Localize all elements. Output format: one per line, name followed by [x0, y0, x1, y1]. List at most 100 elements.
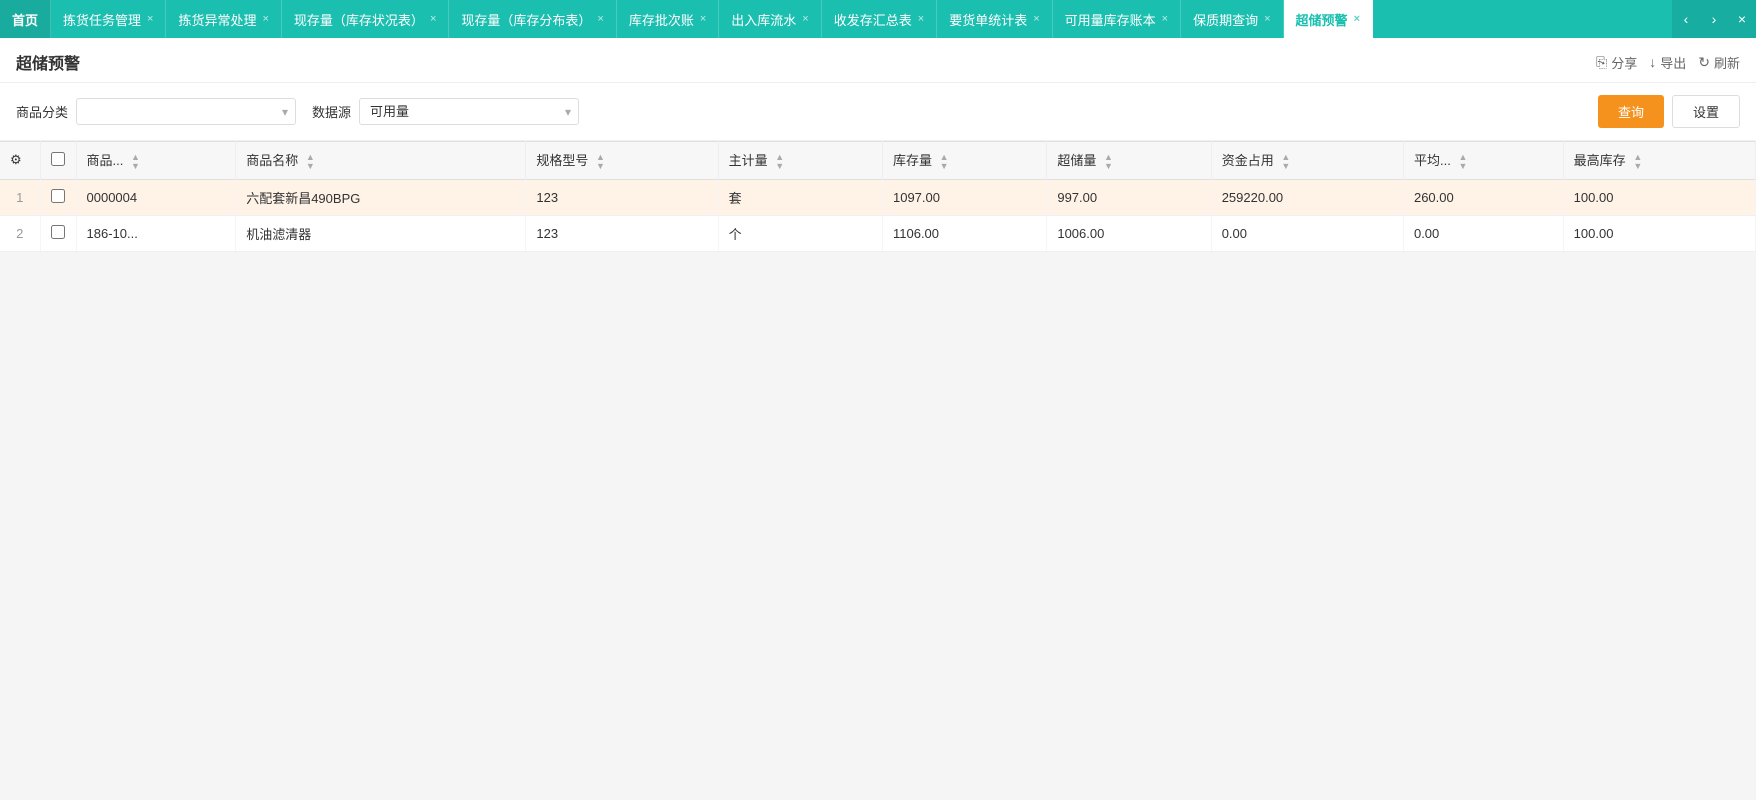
filter-actions: 查询 设置 [1598, 95, 1740, 128]
close-icon[interactable]: × [430, 13, 436, 25]
page-header: 超储预警 ⎘ 分享 ↓ 导出 ↻ 刷新 [0, 38, 1756, 83]
avg: 0.00 [1403, 215, 1563, 251]
sort-icon: ▲▼ [940, 153, 949, 171]
th-gear[interactable]: ⚙ [0, 142, 40, 180]
row-checkbox-cell [40, 179, 76, 215]
nav-item-order-stat[interactable]: 要货单统计表 × [937, 0, 1052, 38]
nav-item-quality-check[interactable]: 保质期查询 × [1181, 0, 1283, 38]
max-stock: 100.00 [1563, 215, 1755, 251]
overstock-qty: 997.00 [1047, 179, 1211, 215]
nav-item-overstock-warning[interactable]: 超储预警 × [1284, 0, 1373, 38]
row-num: 1 [0, 179, 40, 215]
select-all-checkbox[interactable] [51, 152, 65, 166]
sort-icon: ▲▼ [596, 153, 605, 171]
filter-group-datasource: 数据源 可用量 实际量 ▾ [312, 98, 579, 125]
nav-item-stock-status[interactable]: 现存量（库存状况表） × [282, 0, 449, 38]
capital-usage: 0.00 [1211, 215, 1403, 251]
close-icon[interactable]: × [1354, 13, 1360, 25]
datasource-select-wrapper: 可用量 实际量 ▾ [359, 98, 579, 125]
row-checkbox[interactable] [51, 225, 65, 239]
sort-icon: ▲▼ [1281, 153, 1290, 171]
nav-item-task-mgmt[interactable]: 拣货任务管理 × [51, 0, 166, 38]
sort-icon: ▲▼ [131, 153, 140, 171]
datasource-label: 数据源 [312, 102, 351, 121]
th-spec[interactable]: 规格型号 ▲▼ [526, 142, 718, 180]
header-actions: ⎘ 分享 ↓ 导出 ↻ 刷新 [1596, 53, 1740, 72]
close-icon[interactable]: × [700, 13, 706, 25]
capital-usage: 259220.00 [1211, 179, 1403, 215]
gear-icon: ⚙ [10, 152, 22, 167]
nav-item-available-stock[interactable]: 可用量库存账本 × [1053, 0, 1181, 38]
query-button[interactable]: 查询 [1598, 95, 1664, 128]
sort-icon: ▲▼ [1458, 153, 1467, 171]
table-row: 2 186-10... 机油滤清器 123 个 1106.00 1006.00 … [0, 215, 1756, 251]
product-code: 0000004 [76, 179, 236, 215]
product-name: 机油滤清器 [236, 215, 526, 251]
th-capital-usage[interactable]: 资金占用 ▲▼ [1211, 142, 1403, 180]
nav-item-receive-send[interactable]: 收发存汇总表 × [822, 0, 937, 38]
row-checkbox-cell [40, 215, 76, 251]
nav-item-home[interactable]: 首页 [0, 0, 51, 38]
nav-item-abnormal[interactable]: 拣货异常处理 × [166, 0, 281, 38]
export-button[interactable]: ↓ 导出 [1649, 53, 1686, 72]
category-select[interactable] [76, 98, 296, 125]
refresh-icon: ↻ [1698, 54, 1710, 71]
close-icon[interactable]: × [262, 13, 268, 25]
max-stock: 100.00 [1563, 179, 1755, 215]
page-title: 超储预警 [16, 50, 80, 74]
filter-row: 商品分类 ▾ 数据源 可用量 实际量 ▾ 查询 设置 [0, 83, 1756, 141]
th-checkbox [40, 142, 76, 180]
top-navigation: 首页 拣货任务管理 × 拣货异常处理 × 现存量（库存状况表） × 现存量（库存… [0, 0, 1756, 38]
th-product-name[interactable]: 商品名称 ▲▼ [236, 142, 526, 180]
nav-item-stock-dist[interactable]: 现存量（库存分布表） × [449, 0, 616, 38]
table-header-row: ⚙ 商品... ▲▼ 商品名称 ▲▼ 规格型号 ▲▼ [0, 142, 1756, 180]
category-label: 商品分类 [16, 102, 68, 121]
table-row: 1 0000004 六配套新昌490BPG 123 套 1097.00 997.… [0, 179, 1756, 215]
product-name: 六配套新昌490BPG [236, 179, 526, 215]
table-container: ⚙ 商品... ▲▼ 商品名称 ▲▼ 规格型号 ▲▼ [0, 141, 1756, 252]
nav-arrow-left[interactable]: ‹ [1672, 0, 1700, 38]
spec: 123 [526, 215, 718, 251]
overstock-qty: 1006.00 [1047, 215, 1211, 251]
unit: 套 [718, 179, 882, 215]
row-checkbox[interactable] [51, 189, 65, 203]
close-icon[interactable]: × [1264, 13, 1270, 25]
data-table: ⚙ 商品... ▲▼ 商品名称 ▲▼ 规格型号 ▲▼ [0, 141, 1756, 252]
nav-arrow-right[interactable]: › [1700, 0, 1728, 38]
close-icon[interactable]: × [1162, 13, 1168, 25]
nav-item-inout-flow[interactable]: 出入库流水 × [719, 0, 821, 38]
filter-group-category: 商品分类 ▾ [16, 98, 296, 125]
th-unit[interactable]: 主计量 ▲▼ [718, 142, 882, 180]
page-content: 超储预警 ⎘ 分享 ↓ 导出 ↻ 刷新 商品分类 ▾ [0, 38, 1756, 252]
row-num: 2 [0, 215, 40, 251]
refresh-button[interactable]: ↻ 刷新 [1698, 53, 1740, 72]
settings-button[interactable]: 设置 [1672, 95, 1740, 128]
sort-icon: ▲▼ [306, 153, 315, 171]
close-icon[interactable]: × [597, 13, 603, 25]
th-max-stock[interactable]: 最高库存 ▲▼ [1563, 142, 1755, 180]
export-icon: ↓ [1649, 54, 1656, 70]
sort-icon: ▲▼ [1104, 153, 1113, 171]
product-code: 186-10... [76, 215, 236, 251]
datasource-select[interactable]: 可用量 实际量 [359, 98, 579, 125]
nav-arrows: ‹ › × [1672, 0, 1756, 38]
category-select-wrapper: ▾ [76, 98, 296, 125]
avg: 260.00 [1403, 179, 1563, 215]
spec: 123 [526, 179, 718, 215]
th-overstock-qty[interactable]: 超储量 ▲▼ [1047, 142, 1211, 180]
close-icon[interactable]: × [1033, 13, 1039, 25]
close-icon[interactable]: × [802, 13, 808, 25]
th-product-code[interactable]: 商品... ▲▼ [76, 142, 236, 180]
nav-arrow-close[interactable]: × [1728, 0, 1756, 38]
close-icon[interactable]: × [918, 13, 924, 25]
stock-qty: 1097.00 [882, 179, 1046, 215]
share-icon: ⎘ [1596, 54, 1607, 71]
stock-qty: 1106.00 [882, 215, 1046, 251]
nav-item-stock-batch[interactable]: 库存批次账 × [617, 0, 719, 38]
th-stock-qty[interactable]: 库存量 ▲▼ [882, 142, 1046, 180]
th-avg[interactable]: 平均... ▲▼ [1403, 142, 1563, 180]
sort-icon: ▲▼ [775, 153, 784, 171]
unit: 个 [718, 215, 882, 251]
share-button[interactable]: ⎘ 分享 [1596, 53, 1637, 72]
close-icon[interactable]: × [147, 13, 153, 25]
